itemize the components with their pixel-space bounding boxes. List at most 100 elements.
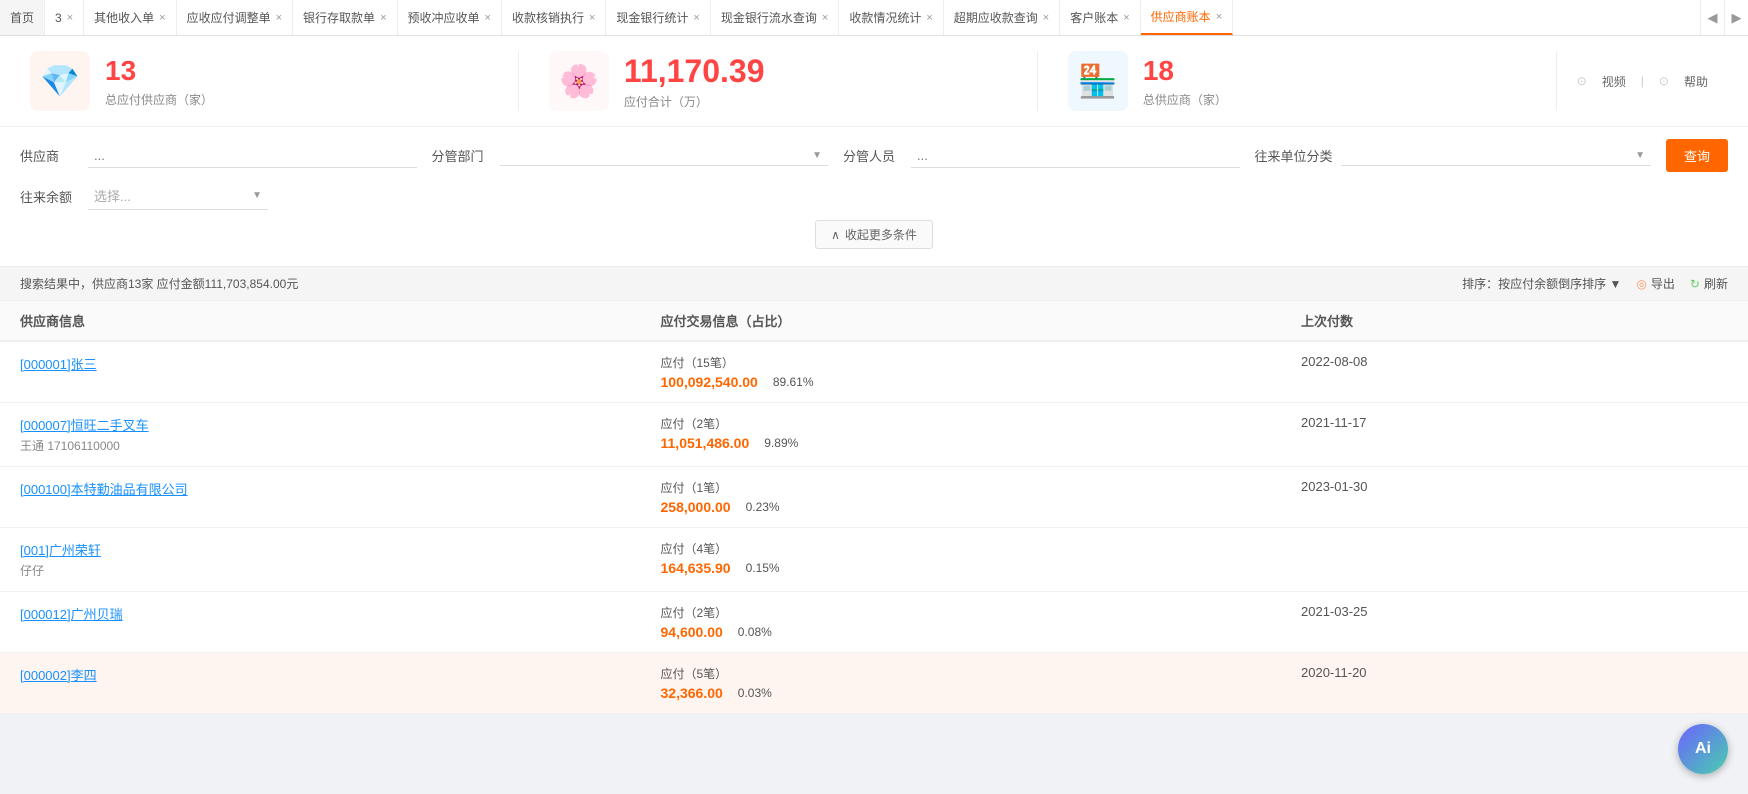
last-pay-cell-5: 2020-11-20 — [1301, 665, 1728, 680]
nav-bank-deposit[interactable]: 银行存取款单 × — [293, 0, 397, 35]
payable-amount-5[interactable]: 32,366.00 — [661, 685, 723, 701]
total-suppliers-label: 总供应商（家） — [1143, 91, 1227, 108]
payable-suppliers-label: 总应付供应商（家） — [105, 91, 213, 108]
nav-receipt-verify[interactable]: 收款核销执行 × — [502, 0, 606, 35]
payable-amount-1[interactable]: 11,051,486.00 — [661, 435, 750, 451]
nav-cash-bank-stat[interactable]: 现金银行统计 × — [606, 0, 710, 35]
supplier-sub-1: 王通 17106110000 — [20, 437, 661, 454]
nav-bar: 首页 3 × 其他收入单 × 应收应付调整单 × 银行存取款单 × 预收冲应收单… — [0, 0, 1748, 36]
payable-label-1: 应付（2笔） — [661, 415, 1302, 432]
last-pay-cell-1: 2021-11-17 — [1301, 415, 1728, 430]
close-tab3[interactable]: × — [67, 12, 73, 24]
last-pay-4: 2021-03-25 — [1301, 604, 1368, 619]
payable-row-5: 32,366.00 0.03% — [661, 685, 1302, 701]
close-advance-receipt[interactable]: × — [485, 12, 491, 24]
nav-supplier-book[interactable]: 供应商账本 × — [1141, 0, 1233, 35]
filter-person: 分管人员 — [843, 144, 1240, 168]
person-input[interactable] — [911, 144, 1240, 168]
supplier-input[interactable] — [88, 144, 417, 168]
video-link[interactable]: 视频 — [1602, 73, 1626, 90]
payable-amount-3[interactable]: 164,635.90 — [661, 560, 731, 576]
help-link[interactable]: 帮助 — [1684, 73, 1708, 90]
supplier-link-4[interactable]: [000012]广州贝瑞 — [20, 604, 661, 623]
col-payable-info: 应付交易信息（占比） — [661, 311, 1302, 330]
payable-suppliers-info: 13 总应付供应商（家） — [105, 54, 213, 108]
close-receipt-verify[interactable]: × — [589, 12, 595, 24]
payable-total-number: 11,170.39 — [624, 52, 765, 90]
top-right-actions: ⊙ 视频 | ⊙ 帮助 — [1557, 73, 1728, 90]
nav-other-income[interactable]: 其他收入单 × — [84, 0, 176, 35]
payable-percent-3: 0.15% — [746, 561, 780, 575]
export-icon: ◎ — [1636, 277, 1646, 291]
nav-ar-ap-adjust[interactable]: 应收应付调整单 × — [177, 0, 293, 35]
category-select[interactable]: ▼ — [1341, 146, 1651, 166]
nav-home[interactable]: 首页 — [0, 0, 45, 35]
payable-percent-5: 0.03% — [738, 686, 772, 700]
main-content: 💎 13 总应付供应商（家） 🌸 11,170.39 应付合计（万） 🏪 18 … — [0, 36, 1748, 794]
payable-cell-1: 应付（2笔） 11,051,486.00 9.89% — [661, 415, 1302, 451]
summary-section: 💎 13 总应付供应商（家） 🌸 11,170.39 应付合计（万） 🏪 18 … — [0, 36, 1748, 127]
close-cash-bank-flow[interactable]: × — [822, 12, 828, 24]
table-row: [000002]李四 应付（5笔） 32,366.00 0.03% 2020-1… — [0, 653, 1748, 714]
supplier-link-5[interactable]: [000002]李四 — [20, 665, 661, 684]
nav-customer-book[interactable]: 客户账本 × — [1060, 0, 1140, 35]
supplier-link-3[interactable]: [001]广州荣轩 — [20, 540, 661, 559]
dept-label: 分管部门 — [432, 146, 492, 165]
last-pay-cell-4: 2021-03-25 — [1301, 604, 1728, 619]
payable-percent-2: 0.23% — [746, 500, 780, 514]
payable-amount-2[interactable]: 258,000.00 — [661, 499, 731, 515]
refresh-icon: ↻ — [1690, 277, 1700, 291]
balance-dropdown-icon: ▼ — [252, 190, 262, 201]
nav-advance-receipt[interactable]: 预收冲应收单 × — [398, 0, 502, 35]
balance-select[interactable]: 选择... ▼ — [88, 182, 268, 210]
collapse-button[interactable]: ∧ 收起更多条件 — [815, 220, 933, 249]
dept-select[interactable]: ▼ — [500, 146, 829, 166]
close-receipt-stat[interactable]: × — [926, 12, 932, 24]
export-button[interactable]: ◎ 导出 — [1636, 275, 1675, 292]
payable-label-5: 应付（5笔） — [661, 665, 1302, 682]
total-suppliers-info: 18 总供应商（家） — [1143, 54, 1227, 108]
nav-cash-bank-flow[interactable]: 现金银行流水查询 × — [711, 0, 839, 35]
nav-receipt-stat[interactable]: 收款情况统计 × — [839, 0, 943, 35]
supplier-link-1[interactable]: [000007]恒旺二手叉车 — [20, 415, 661, 434]
supplier-link-0[interactable]: [000001]张三 — [20, 354, 661, 373]
last-pay-cell-0: 2022-08-08 — [1301, 354, 1728, 369]
results-text: 搜索结果中，供应商13家 应付金额111,703,854.00元 — [20, 275, 298, 292]
last-pay-5: 2020-11-20 — [1301, 665, 1367, 680]
payable-row-4: 94,600.00 0.08% — [661, 624, 1302, 640]
table-row: [000001]张三 应付（15笔） 100,092,540.00 89.61%… — [0, 342, 1748, 403]
payable-percent-1: 9.89% — [764, 436, 798, 450]
supplier-cell-0: [000001]张三 — [20, 354, 661, 376]
payable-amount-0[interactable]: 100,092,540.00 — [661, 374, 758, 390]
nav-tab3[interactable]: 3 × — [45, 0, 84, 35]
nav-next-arrow[interactable]: ▶ — [1724, 0, 1748, 36]
collapse-up-icon: ∧ — [831, 228, 840, 242]
payable-total-icon: 🌸 — [549, 51, 609, 111]
close-customer-book[interactable]: × — [1123, 12, 1129, 24]
close-overdue-ar[interactable]: × — [1043, 12, 1049, 24]
supplier-cell-5: [000002]李四 — [20, 665, 661, 687]
close-other-income[interactable]: × — [159, 12, 165, 24]
sort-label: 排序：按应付余额倒序排序 ▼ — [1462, 275, 1621, 292]
payable-suppliers-icon: 💎 — [30, 51, 90, 111]
nav-prev-arrow[interactable]: ◀ — [1700, 0, 1724, 36]
close-ar-ap-adjust[interactable]: × — [276, 12, 282, 24]
summary-card-total-suppliers: 🏪 18 总供应商（家） — [1038, 51, 1557, 111]
close-bank-deposit[interactable]: × — [380, 12, 386, 24]
refresh-button[interactable]: ↻ 刷新 — [1690, 275, 1728, 292]
ai-button[interactable]: Ai — [1678, 724, 1728, 774]
ai-label: Ai — [1695, 740, 1711, 758]
payable-amount-4[interactable]: 94,600.00 — [661, 624, 723, 640]
supplier-label: 供应商 — [20, 146, 80, 165]
payable-cell-3: 应付（4笔） 164,635.90 0.15% — [661, 540, 1302, 576]
close-cash-bank-stat[interactable]: × — [693, 12, 699, 24]
filter-row-2: 往来余额 选择... ▼ — [20, 182, 1728, 210]
query-button[interactable]: 查询 — [1666, 139, 1728, 172]
close-supplier-book[interactable]: × — [1216, 11, 1222, 23]
payable-suppliers-number: 13 — [105, 54, 213, 88]
supplier-link-2[interactable]: [000100]本特勤油品有限公司 — [20, 479, 661, 498]
nav-overdue-ar[interactable]: 超期应收款查询 × — [944, 0, 1060, 35]
payable-percent-0: 89.61% — [773, 375, 814, 389]
payable-label-0: 应付（15笔） — [661, 354, 1302, 371]
supplier-cell-3: [001]广州荣轩 仔仔 — [20, 540, 661, 579]
